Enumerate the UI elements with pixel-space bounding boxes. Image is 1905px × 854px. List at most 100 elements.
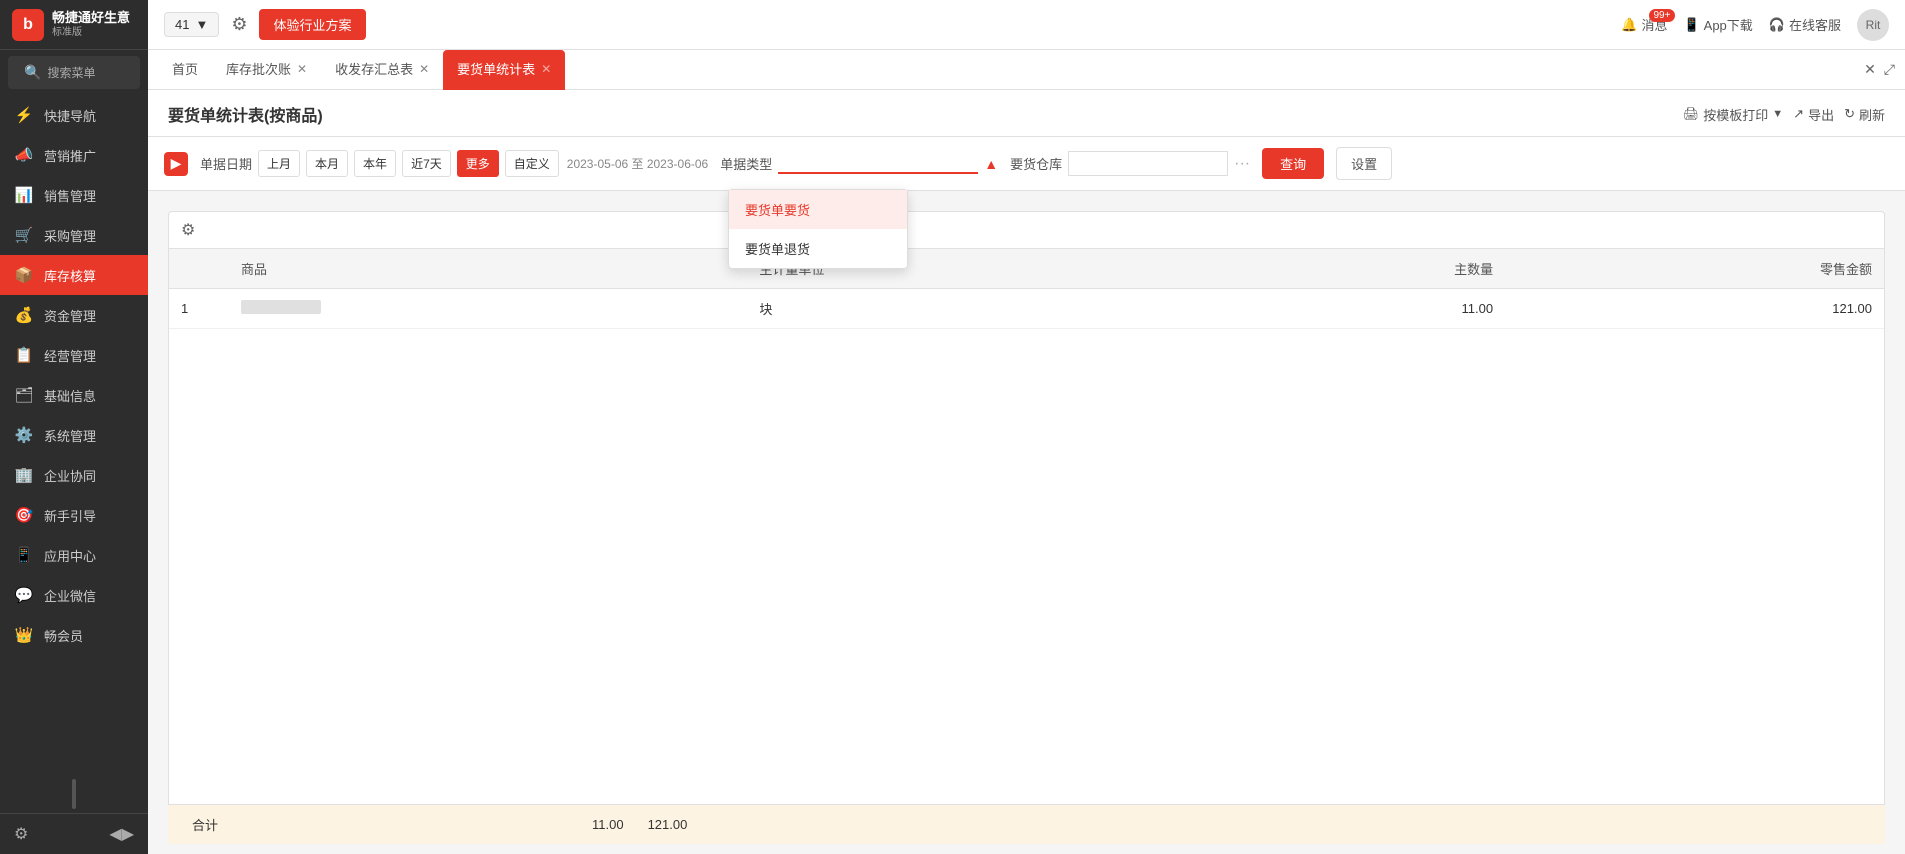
page-content: 要货单统计表(按商品) 🖨 按模板打印 ▼ ↗ 导出 ↻ 刷新 (148, 90, 1905, 854)
refresh-icon: ↻ (1844, 106, 1855, 122)
online-service-btn[interactable]: 🎧 在线客服 (1769, 15, 1841, 34)
cell-index: 1 (169, 289, 229, 329)
product-name-placeholder (241, 300, 321, 314)
store-name: 41 (175, 17, 189, 32)
operations-icon: 📋 (14, 345, 34, 365)
date-filter-group: 单据日期 上月 本月 本年 近7天 更多 自定义 2023-05-06 至 20… (200, 150, 708, 177)
tab-home[interactable]: 首页 (158, 50, 212, 90)
refresh-btn[interactable]: ↻ 刷新 (1844, 105, 1885, 124)
dropdown-option-return[interactable]: 要货单退货 (729, 229, 907, 268)
type-filter-input[interactable] (778, 153, 978, 174)
dropdown-option-purchase[interactable]: 要货单要货 (729, 190, 907, 229)
page-header-actions: 🖨 按模板打印 ▼ ↗ 导出 ↻ 刷新 (1683, 105, 1885, 134)
btn-more-dates[interactable]: 更多 (457, 150, 499, 177)
finance-icon: 💰 (14, 305, 34, 325)
sidebar-item-basic[interactable]: 🗂 基础信息 (0, 375, 148, 415)
tab-receipt-summary[interactable]: 收发存汇总表 ✕ (321, 50, 443, 90)
print-label: 按模板打印 (1703, 105, 1768, 124)
page-header: 要货单统计表(按商品) 🖨 按模板打印 ▼ ↗ 导出 ↻ 刷新 (148, 90, 1905, 137)
table-header: 商品 主计量单位 主数量 零售金额 (169, 249, 1884, 289)
phone-icon: 📱 (1683, 17, 1699, 33)
top-header: 41 ▼ ⚙ 体验行业方案 🔔 消息 99+ 📱 App下载 🎧 在线客服 (148, 0, 1905, 50)
print-btn[interactable]: 🖨 按模板打印 ▼ (1683, 105, 1783, 124)
purchase-icon: 🛒 (14, 225, 34, 245)
filter-expand-btn[interactable]: ▶ (164, 152, 188, 176)
btn-this-month[interactable]: 本月 (306, 150, 348, 177)
online-service-label: 在线客服 (1789, 15, 1841, 34)
table-settings-icon[interactable]: ⚙ (181, 220, 195, 240)
basic-icon: 🗂 (14, 385, 34, 405)
maximize-icon[interactable]: ⤢ (1884, 61, 1895, 78)
tab-inventory-batch[interactable]: 库存批次账 ✕ (212, 50, 321, 90)
search-icon: 🔍 (24, 64, 41, 81)
print-icon: 🖨 (1683, 106, 1700, 122)
footer-amount: 121.00 (636, 817, 700, 832)
table-body: 1 块 11.00 121.00 (169, 289, 1884, 329)
warehouse-filter-input[interactable] (1068, 151, 1228, 176)
col-product: 商品 (229, 249, 747, 289)
print-dropdown-icon[interactable]: ▼ (1772, 108, 1783, 120)
headset-icon: 🎧 (1769, 17, 1785, 33)
sidebar-item-appstore[interactable]: 📱 应用中心 (0, 535, 148, 575)
sidebar-item-operations[interactable]: 📋 经营管理 (0, 335, 148, 375)
sidebar-item-system[interactable]: ⚙️ 系统管理 (0, 415, 148, 455)
sidebar-settings-btn[interactable]: ⚙ (14, 824, 28, 844)
inventory-icon: 📦 (14, 265, 34, 285)
sidebar-item-sales[interactable]: 📊 销售管理 (0, 175, 148, 215)
sidebar-item-shortcuts[interactable]: ⚡ 快捷导航 (0, 95, 148, 135)
btn-this-year[interactable]: 本年 (354, 150, 396, 177)
wechat-icon: 💬 (14, 585, 34, 605)
export-label: 导出 (1808, 105, 1834, 124)
store-selector[interactable]: 41 ▼ (164, 12, 219, 37)
search-menu-label: 搜索菜单 (47, 64, 95, 81)
scroll-indicator[interactable] (0, 775, 148, 813)
tab-purchase-order-stats[interactable]: 要货单统计表 ✕ (443, 50, 565, 90)
warehouse-filter-group: 要货仓库 ··· (1010, 151, 1250, 176)
app-download-btn[interactable]: 📱 App下载 (1683, 15, 1752, 34)
table-toolbar: ⚙ (169, 212, 1884, 249)
sidebar-toggle-btn[interactable]: ◀▶ (109, 824, 134, 844)
notifications-btn[interactable]: 🔔 消息 99+ (1621, 15, 1667, 34)
export-btn[interactable]: ↗ 导出 (1793, 105, 1834, 124)
system-icon: ⚙️ (14, 425, 34, 445)
type-dropdown-arrow[interactable]: ▲ (984, 156, 998, 172)
date-range-display: 2023-05-06 至 2023-06-06 (567, 155, 708, 172)
filter-more-btn[interactable]: ··· (1234, 155, 1250, 173)
btn-last-month[interactable]: 上月 (258, 150, 300, 177)
guide-icon: 🎯 (14, 505, 34, 525)
table-scroll-wrapper[interactable]: 商品 主计量单位 主数量 零售金额 1 (169, 249, 1884, 833)
tabs-bar: 首页 库存批次账 ✕ 收发存汇总表 ✕ 要货单统计表 ✕ ✕ ⤢ (148, 50, 1905, 90)
sidebar-item-finance[interactable]: 💰 资金管理 (0, 295, 148, 335)
expand-icon: ▶ (171, 155, 182, 172)
tab-close-receipt-summary[interactable]: ✕ (419, 62, 429, 76)
sidebar-item-marketing[interactable]: 📣 营销推广 (0, 135, 148, 175)
header-settings-icon[interactable]: ⚙ (231, 14, 247, 35)
col-amount: 零售金额 (1505, 249, 1884, 289)
industry-btn[interactable]: 体验行业方案 (259, 9, 365, 40)
sidebar-item-purchase[interactable]: 🛒 采购管理 (0, 215, 148, 255)
query-btn[interactable]: 查询 (1262, 148, 1324, 179)
type-filter-label: 单据类型 (720, 154, 772, 173)
sidebar-item-inventory[interactable]: 📦 库存核算 (0, 255, 148, 295)
user-menu[interactable]: Rit (1857, 9, 1889, 41)
marketing-icon: 📣 (14, 145, 34, 165)
header-left: 41 ▼ ⚙ 体验行业方案 (164, 9, 366, 40)
sidebar-item-enterprise[interactable]: 🏢 企业协同 (0, 455, 148, 495)
tab-close-inventory-batch[interactable]: ✕ (297, 62, 307, 76)
date-filter-label: 单据日期 (200, 154, 252, 173)
type-dropdown-menu: 要货单要货 要货单退货 (728, 189, 908, 269)
data-table: ⚙ 商品 主计量单位 主数量 零售金额 (168, 211, 1885, 834)
settings-btn[interactable]: 设置 (1336, 147, 1392, 180)
chevron-down-icon: ▼ (195, 17, 208, 32)
btn-last-7-days[interactable]: 近7天 (402, 150, 451, 177)
btn-custom-date[interactable]: 自定义 (505, 150, 559, 177)
tab-close-purchase-order[interactable]: ✕ (541, 62, 551, 76)
cell-unit: 块 (747, 289, 1191, 329)
footer-label: 合计 (180, 815, 380, 834)
sidebar-item-guide[interactable]: 🎯 新手引导 (0, 495, 148, 535)
close-all-icon[interactable]: ✕ (1864, 61, 1876, 78)
search-menu[interactable]: 🔍 搜索菜单 (8, 56, 140, 89)
sidebar-item-wechat[interactable]: 💬 企业微信 (0, 575, 148, 615)
filter-bar: ▶ 单据日期 上月 本月 本年 近7天 更多 自定义 2023-05-06 至 … (148, 137, 1905, 191)
sidebar-item-vip[interactable]: 👑 畅会员 (0, 615, 148, 655)
